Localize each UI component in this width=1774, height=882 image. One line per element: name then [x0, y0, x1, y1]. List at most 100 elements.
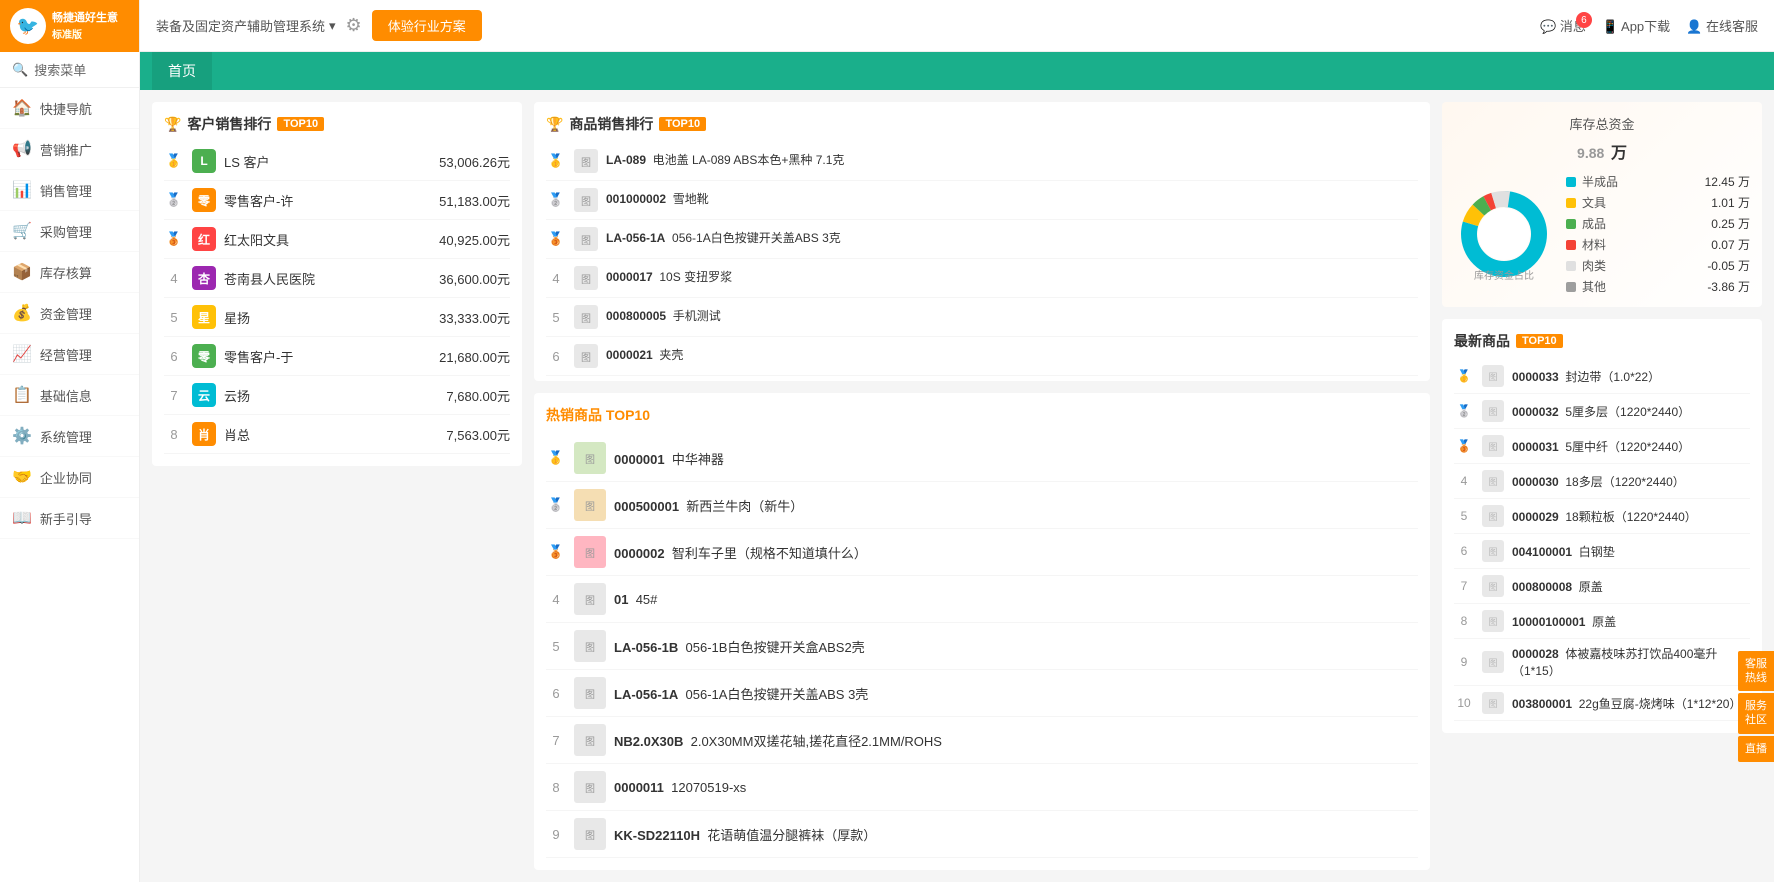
product-ranking-card: 🏆 商品销售排行 TOP10 🥇 图 LA-089 电池盖 LA-089 ABS… — [534, 102, 1430, 381]
rank-number: 7 — [164, 388, 184, 403]
app-download-btn[interactable]: 📱 App下载 — [1602, 16, 1670, 35]
app-download-label: App下载 — [1621, 19, 1670, 34]
customer-avatar: 零 — [192, 344, 216, 368]
chevron-down-icon: ▾ — [329, 18, 336, 34]
donut-chart: 库存资金占比 — [1454, 184, 1554, 284]
message-btn[interactable]: 💬 消息 6 — [1540, 16, 1586, 35]
sidebar-nav-item-10[interactable]: 📖新手引导 — [0, 498, 139, 539]
download-icon: 📱 — [1602, 19, 1618, 34]
legend-name: 其他 — [1582, 278, 1701, 295]
new-prod-info: 003800001 22g鱼豆腐-烧烤味（1*12*20） — [1512, 695, 1750, 712]
customer-amount: 51,183.00元 — [439, 191, 510, 210]
legend-value: 12.45 万 — [1705, 173, 1750, 190]
new-prod-info: 004100001 白钢垫 — [1512, 543, 1750, 560]
sidebar-nav-item-3[interactable]: 🛒采购管理 — [0, 211, 139, 252]
hot-product-info: 01 45# — [614, 592, 1418, 607]
sidebar-nav-item-4[interactable]: 📦库存核算 — [0, 252, 139, 293]
hot-product-img: 图 — [574, 536, 606, 568]
customer-name: 云扬 — [224, 386, 438, 405]
new-products-card: 最新商品 TOP10 🥇 图 0000033 封边带（1.0*22） 🥈 图 0… — [1442, 319, 1762, 733]
nav-icon-6: 📈 — [12, 344, 32, 364]
legend-dot — [1566, 240, 1576, 250]
prod-rank-num: 🥈 — [546, 192, 566, 208]
new-rank-num: 6 — [1454, 544, 1474, 558]
customer-rank-item: 🥉 红 红太阳文具 40,925.00元 — [164, 220, 510, 259]
float-service-btn[interactable]: 客服热线 — [1738, 651, 1774, 692]
mid-column: 🏆 商品销售排行 TOP10 🥇 图 LA-089 电池盖 LA-089 ABS… — [534, 102, 1430, 870]
legend-value: -3.86 万 — [1707, 278, 1750, 295]
nav-label-2: 销售管理 — [40, 181, 92, 200]
sidebar-nav-item-7[interactable]: 📋基础信息 — [0, 375, 139, 416]
new-product-item: 9 图 0000028 体被嘉枝味苏打饮品400毫升（1*15） — [1454, 639, 1750, 686]
sidebar-nav-item-2[interactable]: 📊销售管理 — [0, 170, 139, 211]
customer-ranking-label: 客户销售排行 — [187, 114, 271, 134]
new-prod-info: 0000030 18多层（1220*2440） — [1512, 473, 1750, 490]
sidebar-nav-item-8[interactable]: ⚙️系统管理 — [0, 416, 139, 457]
float-community-btn[interactable]: 服务社区 — [1738, 693, 1774, 734]
new-prod-icon: 图 — [1482, 400, 1504, 422]
online-service-label: 在线客服 — [1706, 19, 1758, 34]
float-live-btn[interactable]: 直播 — [1738, 736, 1774, 762]
new-product-item: 7 图 000800008 原盖 — [1454, 569, 1750, 604]
nav-icon-9: 🤝 — [12, 467, 32, 487]
online-service-btn[interactable]: 👤 在线客服 — [1686, 16, 1758, 35]
product-info: LA-056-1A 056-1A白色按键开关盖ABS 3克 — [606, 231, 1418, 247]
product-rank-list: 🥇 图 LA-089 电池盖 LA-089 ABS本色+黑种 7.1克 🥈 图 … — [546, 142, 1418, 381]
hot-product-item: 6 图 LA-056-1A 056-1A白色按键开关盖ABS 3壳 — [546, 670, 1418, 717]
system-title-dropdown[interactable]: 装备及固定资产辅助管理系统 ▾ — [156, 16, 336, 35]
service-icon: 👤 — [1686, 19, 1702, 34]
hot-product-img: 图 — [574, 724, 606, 756]
customer-amount: 21,680.00元 — [439, 347, 510, 366]
customer-avatar: 零 — [192, 188, 216, 212]
tab-home[interactable]: 首页 — [152, 52, 212, 90]
customer-avatar: 红 — [192, 227, 216, 251]
customer-name: 肖总 — [224, 425, 438, 444]
new-product-item: 5 图 0000029 18颗粒板（1220*2440） — [1454, 499, 1750, 534]
nav-label-1: 营销推广 — [40, 140, 92, 159]
new-prod-icon: 图 — [1482, 651, 1504, 673]
customer-rank-item: 4 杏 苍南县人民医院 36,600.00元 — [164, 259, 510, 298]
legend-name: 肉类 — [1582, 257, 1701, 274]
new-product-item: 6 图 004100001 白钢垫 — [1454, 534, 1750, 569]
hot-products-list: 🥇 图 0000001 中华神器 🥈 图 000500001 新西兰牛肉（新牛）… — [546, 435, 1418, 858]
new-product-item: 10 图 003800001 22g鱼豆腐-烧烤味（1*12*20） — [1454, 686, 1750, 721]
customer-avatar: 云 — [192, 383, 216, 407]
rank-number: 8 — [164, 427, 184, 442]
product-info: LA-089 电池盖 LA-089 ABS本色+黑种 7.1克 — [606, 153, 1418, 169]
customer-rank-item: 7 云 云扬 7,680.00元 — [164, 376, 510, 415]
nav-label-6: 经营管理 — [40, 345, 92, 364]
nav-label-9: 企业协同 — [40, 468, 92, 487]
customer-amount: 7,680.00元 — [446, 386, 510, 405]
hot-rank-num: 5 — [546, 639, 566, 654]
settings-icon[interactable]: ⚙ — [346, 15, 362, 36]
nav-label-10: 新手引导 — [40, 509, 92, 528]
legend-dot — [1566, 219, 1576, 229]
sidebar-nav-item-9[interactable]: 🤝 企业协同 — [0, 457, 139, 498]
sidebar-nav-item-0[interactable]: 🏠快捷导航 — [0, 88, 139, 129]
new-product-item: 🥈 图 0000032 5厘多层（1220*2440） — [1454, 394, 1750, 429]
trial-button[interactable]: 体验行业方案 — [372, 10, 482, 41]
hot-rank-num: 8 — [546, 780, 566, 795]
hot-product-info: 0000002 智利车子里（规格不知道填什么） — [614, 543, 1418, 562]
logo-icon: 🐦 — [10, 8, 46, 44]
logo-name: 畅捷通好生意 — [52, 11, 118, 26]
hot-rank-num: 6 — [546, 686, 566, 701]
new-rank-num: 7 — [1454, 579, 1474, 593]
product-rank-item: 6 图 0000021 夹壳 — [546, 337, 1418, 376]
product-icon: 图 — [574, 188, 598, 212]
hot-products-card: 热销商品 TOP10 🥇 图 0000001 中华神器 🥈 图 00050000… — [534, 393, 1430, 870]
new-prod-icon: 图 — [1482, 575, 1504, 597]
nav-label-3: 采购管理 — [40, 222, 92, 241]
inventory-value: 9.88 — [1577, 145, 1604, 161]
new-prod-info: 000800008 原盖 — [1512, 578, 1750, 595]
sidebar-logo: 🐦 畅捷通好生意 标准版 — [0, 0, 139, 52]
new-prod-info: 0000033 封边带（1.0*22） — [1512, 368, 1750, 385]
sidebar-nav-item-1[interactable]: 📢营销推广 — [0, 129, 139, 170]
topbar: 装备及固定资产辅助管理系统 ▾ ⚙ 体验行业方案 💬 消息 6 📱 App下载 … — [140, 0, 1774, 52]
sidebar-nav-item-5[interactable]: 💰资金管理 — [0, 293, 139, 334]
sidebar-nav-item-6[interactable]: 📈 经营管理 — [0, 334, 139, 375]
legend-name: 材料 — [1582, 236, 1705, 253]
customer-rank-item: 🥈 零 零售客户-许 51,183.00元 — [164, 181, 510, 220]
search-menu-item[interactable]: 🔍 搜索菜单 — [0, 52, 139, 88]
page-content: 🏆 客户销售排行 TOP10 🥇 L LS 客户 53,006.26元 🥈 零 … — [140, 90, 1774, 882]
